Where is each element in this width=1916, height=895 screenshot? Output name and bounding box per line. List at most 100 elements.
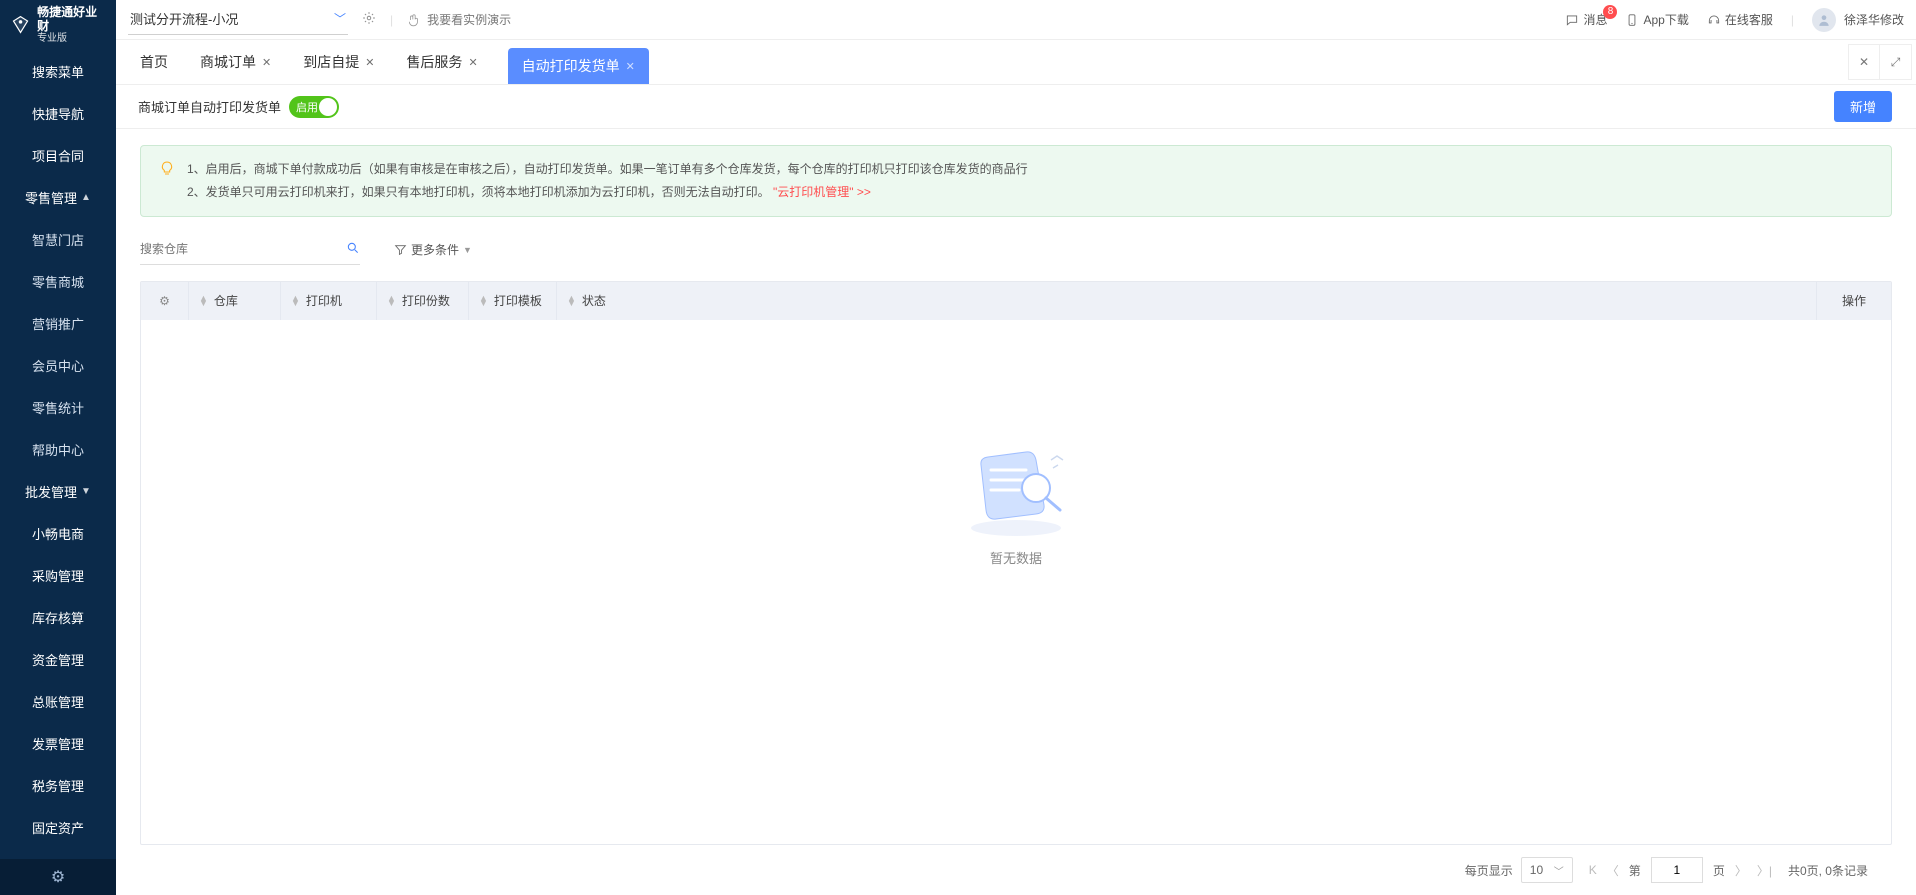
page-input[interactable] [1651, 857, 1703, 883]
sidebar-sub-marketing[interactable]: 营销推广 [0, 302, 116, 344]
sidebar-item-ledger[interactable]: 总账管理 [0, 680, 116, 722]
chevron-down-icon: ﹀ [334, 10, 346, 27]
main-area: 测试分开流程-小况 ﹀ | 我要看实例演示 消息 8 [116, 0, 1916, 895]
search-box[interactable] [140, 235, 360, 265]
close-icon: ✕ [1859, 55, 1869, 69]
page-size-label: 每页显示 [1465, 862, 1513, 879]
sidebar-item-ecommerce[interactable]: 小畅电商 [0, 512, 116, 554]
next-page-button[interactable]: 〉 [1735, 862, 1747, 879]
tab-aftersales[interactable]: 售后服务✕ [404, 40, 479, 84]
sidebar-item-salary[interactable]: 工资 [0, 848, 116, 859]
col-warehouse[interactable]: ▲▼仓库 [189, 282, 281, 320]
table-header: ⚙ ▲▼仓库 ▲▼打印机 ▲▼打印份数 ▲▼打印模板 ▲▼状态 操作 [141, 282, 1891, 320]
close-icon[interactable]: ✕ [262, 56, 271, 69]
sidebar-item-quicknav[interactable]: 快捷导航 [0, 92, 116, 134]
content: 1、启用后，商城下单付款成功后（如果有审核是在审核之后），自动打印发货单。如果一… [116, 129, 1916, 895]
tab-home[interactable]: 首页 [138, 40, 170, 84]
sidebar-item-inventory[interactable]: 库存核算 [0, 596, 116, 638]
column-settings[interactable]: ⚙ [141, 282, 189, 320]
sidebar-item-project[interactable]: 项目合同 [0, 134, 116, 176]
close-icon[interactable]: ✕ [468, 56, 477, 69]
demo-link[interactable]: 我要看实例演示 [407, 11, 511, 28]
page-size-select[interactable]: 10 ﹀ [1521, 857, 1573, 883]
cloud-printer-link[interactable]: "云打印机管理" >> [773, 185, 871, 199]
sidebar-sub-member[interactable]: 会员中心 [0, 344, 116, 386]
col-action: 操作 [1817, 282, 1891, 320]
col-template[interactable]: ▲▼打印模板 [469, 282, 557, 320]
gear-icon [362, 11, 376, 25]
avatar-icon [1812, 8, 1836, 32]
more-filters-button[interactable]: 更多条件 ▼ [394, 241, 472, 258]
fullscreen-button[interactable]: ⤢ [1880, 44, 1912, 80]
headset-icon [1707, 13, 1721, 27]
chevron-down-icon: ▼ [463, 245, 472, 255]
search-icon[interactable] [346, 241, 360, 258]
toggle-label: 商城订单自动打印发货单 [138, 97, 281, 116]
breadcrumb-settings[interactable] [362, 11, 376, 28]
sidebar-nav: 搜索菜单 快捷导航 项目合同 零售管理▲ 智慧门店 零售商城 营销推广 会员中心… [0, 50, 116, 859]
sidebar-item-search[interactable]: 搜索菜单 [0, 50, 116, 92]
close-all-tabs-button[interactable]: ✕ [1848, 44, 1880, 80]
topbar-right: 消息 8 App下载 在线客服 | 徐泽华修改 [1565, 8, 1904, 32]
new-button[interactable]: 新增 [1834, 91, 1892, 122]
table: ⚙ ▲▼仓库 ▲▼打印机 ▲▼打印份数 ▲▼打印模板 ▲▼状态 操作 [140, 281, 1892, 845]
chevron-down-icon: ﹀ [1554, 863, 1564, 878]
col-copies[interactable]: ▲▼打印份数 [377, 282, 469, 320]
tab-pickup[interactable]: 到店自提✕ [301, 40, 376, 84]
empty-illustration [956, 440, 1076, 540]
sidebar-item-tax[interactable]: 税务管理 [0, 764, 116, 806]
messages-button[interactable]: 消息 8 [1565, 11, 1607, 28]
filter-icon [394, 243, 407, 256]
enable-switch[interactable]: 启用 [289, 96, 339, 118]
search-input[interactable] [140, 242, 340, 256]
col-printer[interactable]: ▲▼打印机 [281, 282, 377, 320]
sidebar-item-invoice[interactable]: 发票管理 [0, 722, 116, 764]
first-page-button[interactable]: K [1589, 863, 1597, 877]
support-button[interactable]: 在线客服 [1707, 11, 1773, 28]
user-menu[interactable]: 徐泽华修改 [1812, 8, 1904, 32]
col-status[interactable]: ▲▼状态 [557, 282, 1817, 320]
tab-autoprint[interactable]: 自动打印发货单✕ [508, 48, 649, 84]
breadcrumb[interactable]: 测试分开流程-小况 ﹀ [128, 5, 348, 35]
sidebar-item-fixedasset[interactable]: 固定资产 [0, 806, 116, 848]
sort-icon: ▲▼ [567, 296, 576, 306]
chat-icon [1565, 13, 1579, 27]
sidebar-item-wholesale[interactable]: 批发管理▼ [0, 470, 116, 512]
toolbar: 商城订单自动打印发货单 启用 新增 [116, 85, 1916, 129]
brand-edition: 专业版 [37, 33, 106, 44]
sidebar-sub-smartstore[interactable]: 智慧门店 [0, 218, 116, 260]
sort-icon: ▲▼ [291, 296, 300, 306]
sort-icon: ▲▼ [479, 296, 488, 306]
switch-handle [319, 98, 337, 116]
user-name: 徐泽华修改 [1844, 11, 1904, 28]
prev-page-button[interactable]: 〈 [1607, 862, 1619, 879]
caret-down-icon: ▼ [81, 486, 91, 497]
info-box: 1、启用后，商城下单付款成功后（如果有审核是在审核之后），自动打印发货单。如果一… [140, 145, 1892, 217]
sidebar-item-retail[interactable]: 零售管理▲ [0, 176, 116, 218]
gear-icon: ⚙ [159, 294, 170, 308]
sidebar-sub-stats[interactable]: 零售统计 [0, 386, 116, 428]
last-page-button[interactable]: 〉| [1757, 862, 1772, 879]
table-body-empty: 暂无数据 [141, 320, 1891, 844]
info-line-2: 2、发货单只可用云打印机来打，如果只有本地打印机，须将本地打印机添加为云打印机，… [187, 181, 1028, 204]
sidebar-item-purchase[interactable]: 采购管理 [0, 554, 116, 596]
expand-icon: ⤢ [1891, 55, 1901, 70]
sidebar-settings[interactable]: ⚙ [0, 859, 116, 895]
phone-icon [1625, 13, 1639, 27]
brand-logo: 畅捷通好业财 专业版 [0, 0, 116, 50]
sidebar-item-funds[interactable]: 资金管理 [0, 638, 116, 680]
sort-icon: ▲▼ [199, 296, 208, 306]
download-button[interactable]: App下载 [1625, 11, 1688, 28]
close-icon[interactable]: ✕ [626, 60, 635, 73]
brand-name: 畅捷通好业财 [37, 6, 106, 32]
empty-text: 暂无数据 [990, 548, 1042, 567]
filters: 更多条件 ▼ [140, 217, 1892, 281]
sidebar-sub-mall[interactable]: 零售商城 [0, 260, 116, 302]
tab-mall-orders[interactable]: 商城订单✕ [198, 40, 273, 84]
hand-icon [407, 13, 421, 27]
breadcrumb-title: 测试分开流程-小况 [130, 9, 238, 28]
sidebar-sub-help[interactable]: 帮助中心 [0, 428, 116, 470]
close-icon[interactable]: ✕ [365, 56, 374, 69]
gear-icon: ⚙ [51, 867, 65, 887]
sidebar: 畅捷通好业财 专业版 搜索菜单 快捷导航 项目合同 零售管理▲ 智慧门店 零售商… [0, 0, 116, 895]
